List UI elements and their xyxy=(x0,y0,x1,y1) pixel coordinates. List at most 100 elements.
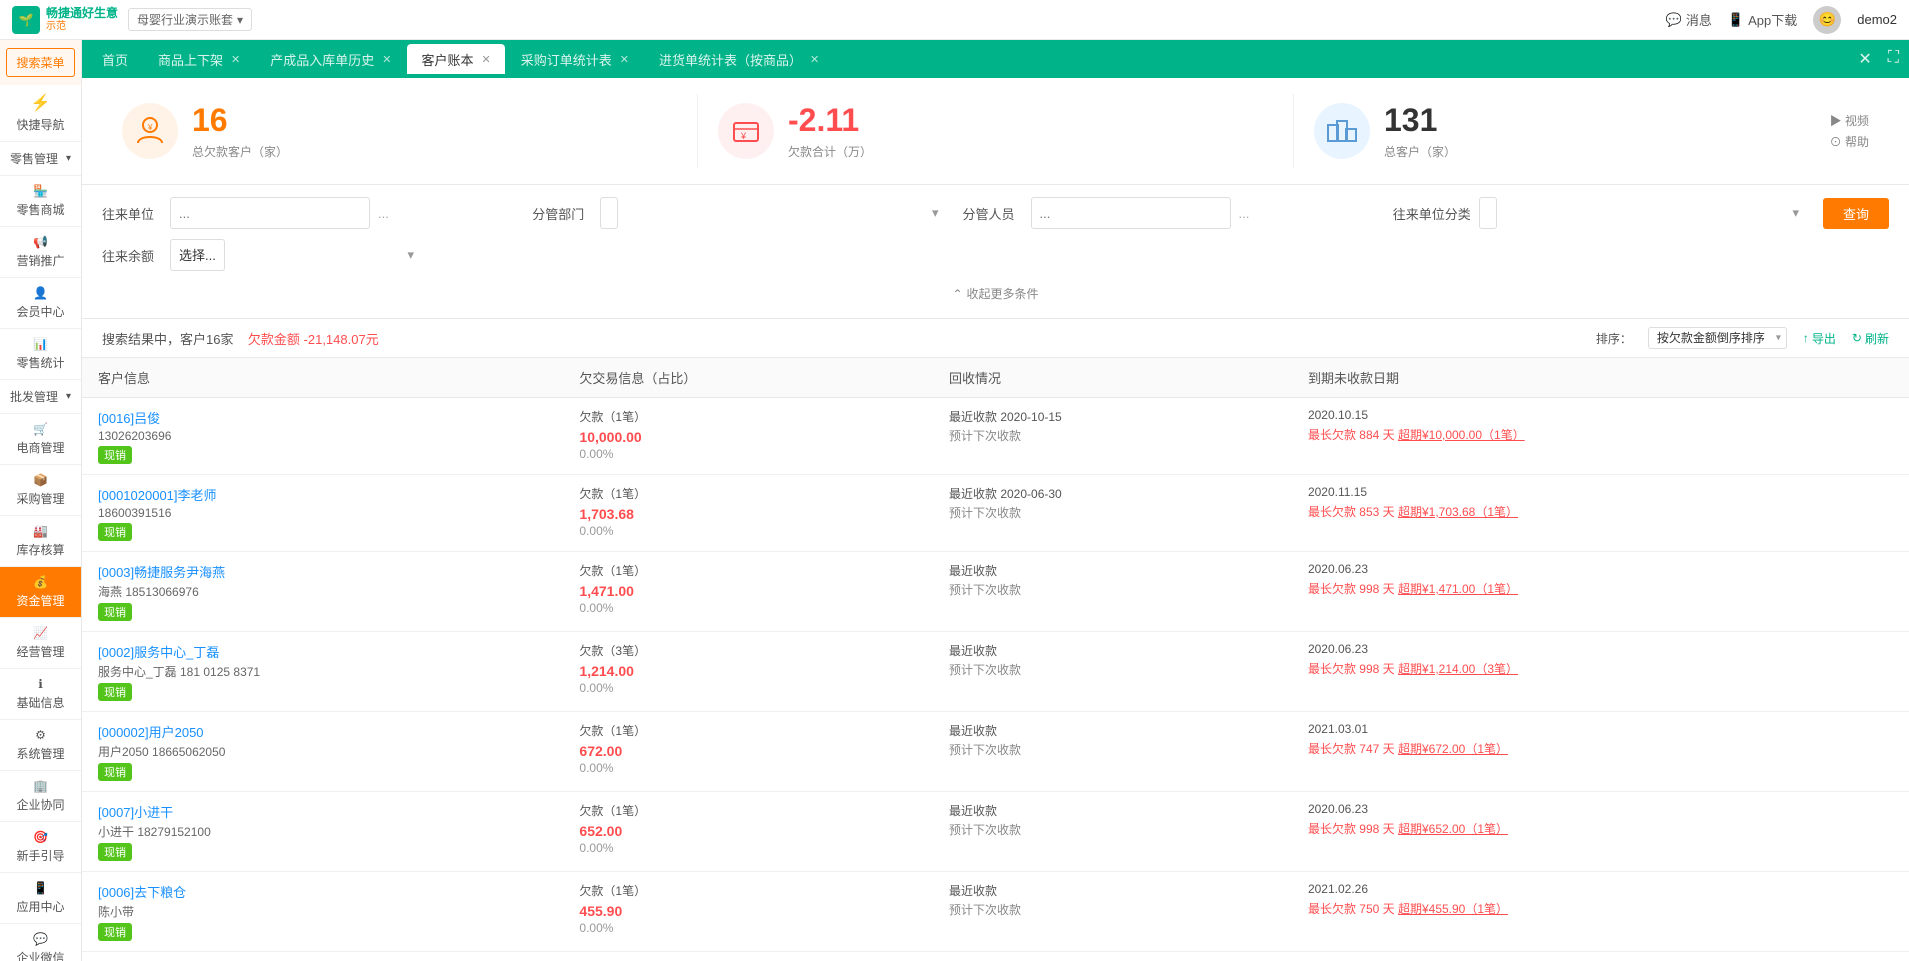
collapse-icon: ⌃ xyxy=(952,287,962,301)
tab-home[interactable]: 首页 xyxy=(88,44,142,74)
overdue-link[interactable]: 超期¥1,214.00（3笔） xyxy=(1398,662,1518,676)
customer-name-link[interactable]: [0003]畅捷服务尹海燕 xyxy=(98,562,547,581)
sort-select[interactable]: 按欠款金额倒序排序 xyxy=(1648,327,1787,349)
balance-label: 往来余额 xyxy=(102,246,162,265)
overdue-link[interactable]: 超期¥672.00（1笔） xyxy=(1398,742,1508,756)
close-tab-customer[interactable]: ✕ xyxy=(482,53,491,66)
customer-phone: 18600391516 xyxy=(98,506,547,520)
tab-goods-online-offline[interactable]: 商品上下架 ✕ xyxy=(144,44,254,74)
sidebar-item-retail-mall[interactable]: 🏪 零售商城 xyxy=(0,176,81,227)
debt-amount[interactable]: 1,471.00 xyxy=(579,583,917,599)
customer-info-cell: [0007]小进干 小进干 18279152100 现销 xyxy=(82,792,563,872)
dept-select[interactable] xyxy=(600,197,618,229)
search-btn[interactable]: 查询 xyxy=(1823,198,1889,229)
overdue-link[interactable]: 超期¥455.90（1笔） xyxy=(1398,902,1508,916)
fullscreen-btn[interactable]: ⛶ xyxy=(1884,47,1903,71)
customer-phone: 服务中心_丁磊 181 0125 8371 xyxy=(98,663,547,680)
sidebar-item-retail-stats[interactable]: 📊 零售统计 xyxy=(0,329,81,380)
customer-name-link[interactable]: [0002]服务中心_丁磊 xyxy=(98,642,547,661)
due-date-cell: 2020.10.15 最长欠款 884 天 超期¥10,000.00（1笔） xyxy=(1292,398,1909,475)
person-dots[interactable]: ... xyxy=(1239,206,1250,221)
stats-row: ¥ 16 总欠款客户（家） ¥ -2.11 欠款合计（万） xyxy=(82,78,1909,185)
sidebar-item-app-center[interactable]: 📱 应用中心 xyxy=(0,873,81,924)
partner-input[interactable] xyxy=(170,197,370,229)
tab-customer-account[interactable]: 客户账本 ✕ xyxy=(407,44,504,74)
sidebar-item-ops[interactable]: 📈 经营管理 xyxy=(0,618,81,669)
close-tab-goods[interactable]: ✕ xyxy=(231,53,240,66)
sidebar-item-marketing[interactable]: 📢 营销推广 xyxy=(0,227,81,278)
tab-product-history[interactable]: 产成品入库单历史 ✕ xyxy=(256,44,405,74)
overdue-link[interactable]: 超期¥1,471.00（1笔） xyxy=(1398,582,1518,596)
debt-amount[interactable]: 1,703.68 xyxy=(579,506,917,522)
table-row: [0006]去下粮仓 陈小带 现销 欠款（1笔） 455.90 0.00% 最近… xyxy=(82,872,1909,952)
balance-select[interactable]: 选择... xyxy=(170,239,225,271)
debt-amount[interactable]: 652.00 xyxy=(579,823,917,839)
collapse-filter-btn[interactable]: ⌃ 收起更多条件 xyxy=(102,281,1889,306)
debt-amount[interactable]: 1,214.00 xyxy=(579,663,917,679)
sidebar-item-capital[interactable]: 💰 资金管理 xyxy=(0,567,81,618)
close-tab-purchase-stats[interactable]: ✕ xyxy=(810,53,819,66)
refresh-btn[interactable]: ↻ 刷新 xyxy=(1852,330,1889,347)
svg-text:¥: ¥ xyxy=(740,131,747,141)
member-icon: 👤 xyxy=(33,286,48,300)
overdue-link[interactable]: 超期¥652.00（1笔） xyxy=(1398,822,1508,836)
debt-count: 欠款（1笔） xyxy=(579,722,917,739)
tab-purchase-stats-product[interactable]: 进货单统计表（按商品） ✕ xyxy=(645,44,833,74)
export-btn[interactable]: ↑ 导出 xyxy=(1803,330,1836,347)
message-btn[interactable]: 💬 消息 xyxy=(1666,10,1712,29)
last-collection: 最近收款 xyxy=(949,802,1276,819)
overdue-link[interactable]: 超期¥10,000.00（1笔） xyxy=(1398,428,1525,442)
search-menu-btn[interactable]: 搜索菜单 xyxy=(6,48,75,77)
debt-customers-icon: ¥ xyxy=(122,103,178,159)
filter-field-category: 往来单位分类 xyxy=(1393,197,1807,229)
sidebar-item-retail-mgmt[interactable]: 零售管理 ▾ xyxy=(0,142,81,176)
video-btn[interactable]: ▶ 视频 xyxy=(1830,112,1869,129)
help-btn[interactable]: ⊙ 帮助 xyxy=(1830,133,1869,150)
customer-name-link[interactable]: [0007]小进干 xyxy=(98,802,547,821)
collection-cell: 最近收款 2020-10-15 预计下次收款 xyxy=(933,398,1292,475)
debt-info-cell: 欠款（1笔） 1,471.00 0.00% xyxy=(563,552,933,632)
filter-field-person: 分管人员 ... xyxy=(963,197,1377,229)
customer-tag: 现销 xyxy=(98,843,132,861)
close-tab-purchase-order[interactable]: ✕ xyxy=(620,53,629,66)
sidebar-item-member[interactable]: 👤 会员中心 xyxy=(0,278,81,329)
debt-amount[interactable]: 455.90 xyxy=(579,903,917,919)
debt-info-cell: 欠款（1笔） 672.00 0.00% xyxy=(563,712,933,792)
customer-info-cell: [000001]黄思源 黄思源 13552700226 现销 xyxy=(82,952,563,961)
user-avatar[interactable]: 😊 xyxy=(1813,6,1841,34)
partner-dots[interactable]: ... xyxy=(378,206,389,221)
sidebar-item-newbie[interactable]: 🎯 新手引导 xyxy=(0,822,81,873)
next-collection: 预计下次收款 xyxy=(949,504,1276,521)
ecommerce-icon: 🛒 xyxy=(33,422,48,436)
close-all-tabs-btn[interactable]: ✕ xyxy=(1854,47,1875,71)
sidebar-item-basic-info[interactable]: ℹ 基础信息 xyxy=(0,669,81,720)
sidebar-item-ecommerce[interactable]: 🛒 电商管理 xyxy=(0,414,81,465)
debt-amount[interactable]: 10,000.00 xyxy=(579,429,917,445)
debt-info-cell: 欠款（1笔） 455.90 0.00% xyxy=(563,872,933,952)
sidebar-item-batch-mgmt[interactable]: 批发管理 ▾ xyxy=(0,380,81,414)
stat-info-debt-total: -2.11 欠款合计（万） xyxy=(788,102,872,160)
sidebar-item-system[interactable]: ⚙ 系统管理 xyxy=(0,720,81,771)
sidebar-item-enterprise[interactable]: 🏢 企业协同 xyxy=(0,771,81,822)
tab-purchase-order-stats[interactable]: 采购订单统计表 ✕ xyxy=(507,44,643,74)
customer-name-link[interactable]: [0006]去下粮仓 xyxy=(98,882,547,901)
sidebar: 搜索菜单 ⚡ 快捷导航 零售管理 ▾ 🏪 零售商城 📢 营销推广 xyxy=(0,40,82,961)
close-tab-product[interactable]: ✕ xyxy=(382,53,391,66)
person-input[interactable] xyxy=(1031,197,1231,229)
next-collection: 预计下次收款 xyxy=(949,821,1276,838)
sidebar-item-purchase[interactable]: 📦 采购管理 xyxy=(0,465,81,516)
debt-amount[interactable]: 672.00 xyxy=(579,743,917,759)
sidebar-item-inventory[interactable]: 🏭 库存核算 xyxy=(0,516,81,567)
app-download-btn[interactable]: 📱 App下载 xyxy=(1728,10,1797,29)
user-name[interactable]: demo2 xyxy=(1857,12,1897,27)
customer-name-link[interactable]: [0001020001]李老师 xyxy=(98,485,547,504)
sidebar-item-quick-nav[interactable]: ⚡ 快捷导航 xyxy=(0,85,81,141)
filter-field-balance: 往来余额 选择... xyxy=(102,239,422,271)
customer-name-link[interactable]: [0016]吕俊 xyxy=(98,408,547,427)
category-select[interactable] xyxy=(1479,197,1497,229)
sidebar-item-wechat[interactable]: 💬 企业微信 xyxy=(0,924,81,961)
customer-phone: 陈小带 xyxy=(98,903,547,920)
store-selector[interactable]: 母婴行业演示账套 ▾ xyxy=(128,8,252,31)
overdue-link[interactable]: 超期¥1,703.68（1笔） xyxy=(1398,505,1518,519)
customer-name-link[interactable]: [000002]用户2050 xyxy=(98,722,547,741)
